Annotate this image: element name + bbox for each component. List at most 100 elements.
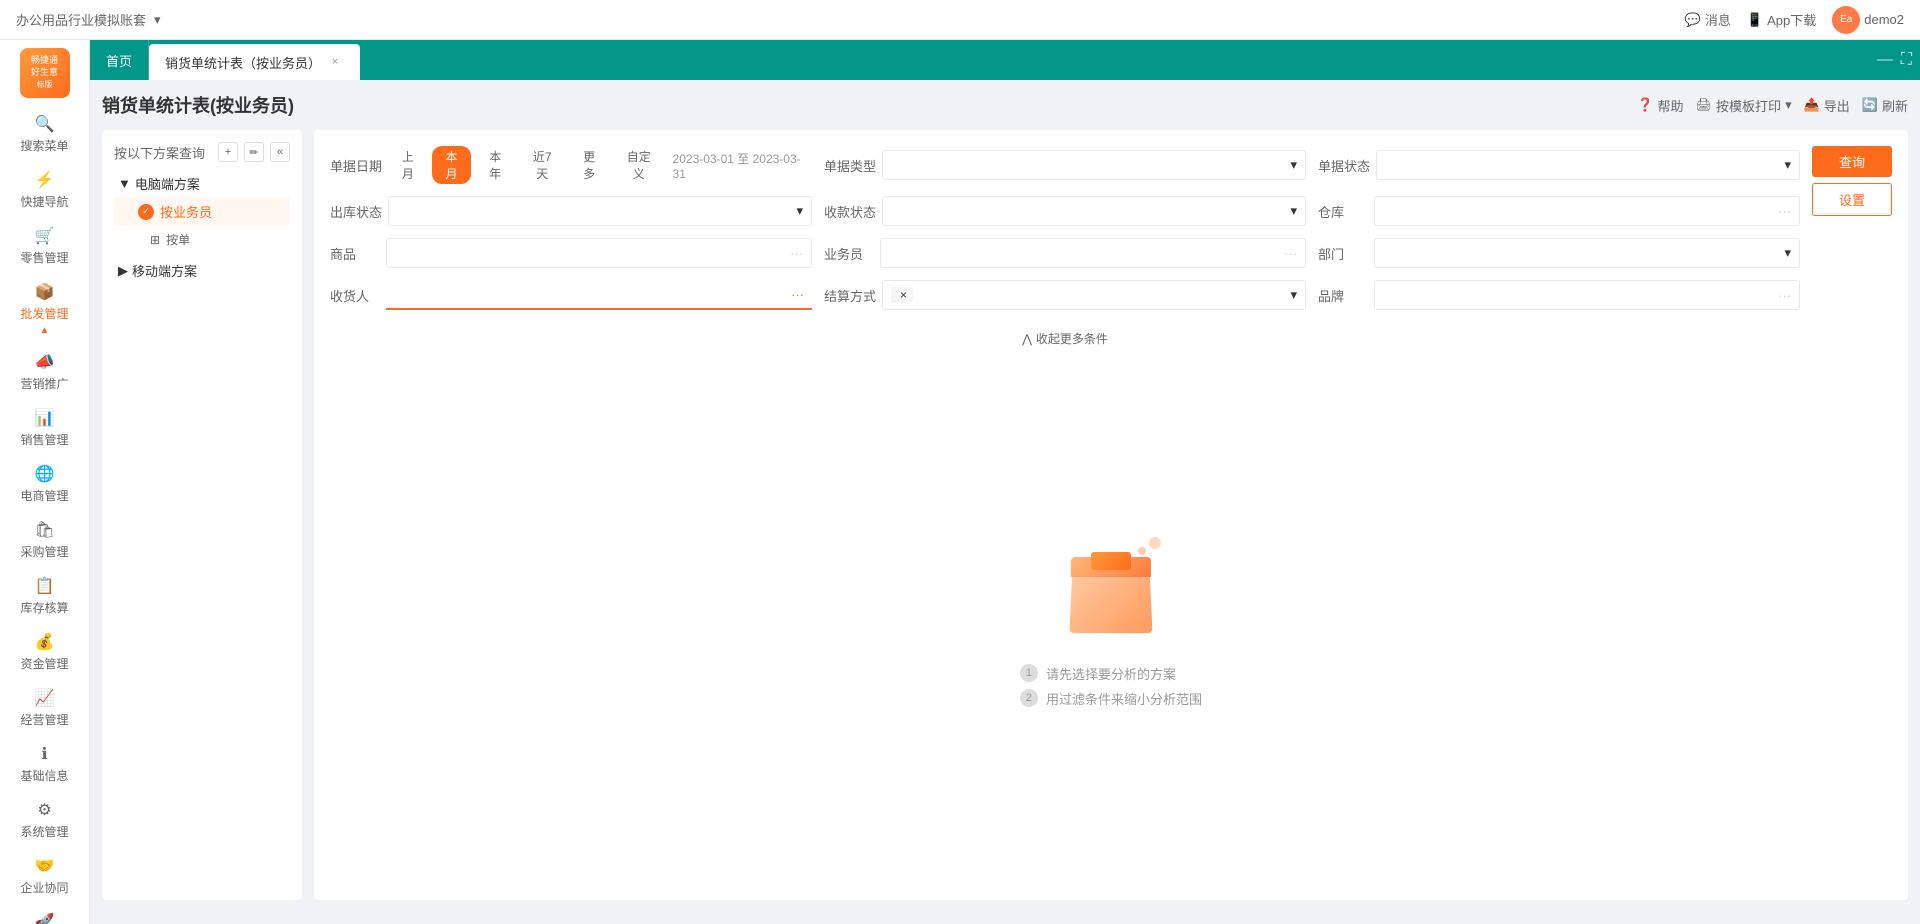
edit-scheme-btn[interactable]: ✏ — [244, 142, 264, 162]
tab-sales-stat[interactable]: 销货单统计表（按业务员） × — [149, 44, 360, 80]
download-btn[interactable]: 📱 App下载 — [1747, 10, 1816, 29]
brand-input[interactable]: ··· — [1374, 280, 1800, 310]
message-btn[interactable]: 💬 消息 — [1685, 10, 1731, 29]
wholesale-icon: 📦 — [35, 282, 55, 302]
sidebar-item-ecommerce[interactable]: 🌐 电商管理 — [0, 456, 89, 512]
export-btn[interactable]: 📤 导出 — [1804, 96, 1850, 115]
sidebar-item-wholesale[interactable]: 📦 批发管理 ▲ — [0, 274, 89, 344]
filter-row-4: 收货人 ··· 结算方式 — [330, 280, 1800, 310]
filter-receipt-status-cell: 收款状态 ▾ — [824, 196, 1306, 226]
tab-close-icon[interactable]: × — [327, 54, 343, 70]
filter-doc-status-cell: 单据状态 ▾ — [1318, 150, 1800, 180]
basic-icon: ℹ — [41, 744, 47, 764]
marketing-icon: 📣 — [35, 352, 55, 372]
out-status-select[interactable]: ▾ — [388, 196, 812, 226]
date-btn-7days[interactable]: 近7天 — [519, 146, 565, 184]
sidebar-item-basic[interactable]: ℹ 基础信息 — [0, 736, 89, 792]
date-btn-custom[interactable]: 自定义 — [613, 146, 665, 184]
sidebar-label-finance: 资金管理 — [20, 655, 68, 672]
sidebar-item-quicknav[interactable]: ⚡ 快捷导航 — [0, 162, 89, 218]
sidebar-item-purchase[interactable]: 🛍 采购管理 — [0, 512, 89, 568]
add-scheme-btn[interactable]: + — [218, 142, 238, 162]
scheme-group-pc-header[interactable]: ▼ 电脑端方案 — [114, 170, 290, 197]
doc-type-select[interactable]: ▾ — [882, 150, 1306, 180]
help-btn[interactable]: ❓ 帮助 — [1637, 96, 1683, 115]
search-icon: 🔍 — [35, 114, 55, 134]
receipt-status-arrow: ▾ — [1290, 203, 1297, 219]
filter-date-cell: 单据日期 上月 本月 本年 近7天 更多 自定义 2023-03-01 至 20… — [330, 146, 812, 184]
sidebar-item-sales[interactable]: 📊 销售管理 — [0, 400, 89, 456]
filter-row-2: 出库状态 ▾ 收款状态 — [330, 196, 1800, 226]
date-btn-this-month[interactable]: 本月 — [432, 146, 472, 184]
department-select[interactable]: ▾ — [1374, 238, 1800, 268]
btn-col: 查询 设置 — [1812, 146, 1892, 355]
sidebar-item-system[interactable]: ⚙ 系统管理 — [0, 792, 89, 848]
receipt-status-select[interactable]: ▾ — [882, 196, 1306, 226]
settlement-tag-close[interactable]: × — [900, 288, 907, 302]
scheme-sub-by-order[interactable]: ⊞ 按单 — [114, 226, 290, 253]
sidebar-label-operations: 经营管理 — [20, 711, 68, 728]
doc-type-label: 单据类型 — [824, 156, 876, 175]
main-panel: 按以下方案查询 + ✏ « ▼ 电脑端方案 — [102, 130, 1908, 900]
sidebar-item-operations[interactable]: 📈 经营管理 — [0, 680, 89, 736]
tabs-bar: 首页 销货单统计表（按业务员） × — ⛶ — [90, 40, 1920, 80]
print-btn[interactable]: 🖨 按模板打印 ▾ — [1696, 96, 1792, 115]
sidebar-label-purchase: 采购管理 — [20, 543, 68, 560]
left-panel-header: 按以下方案查询 + ✏ « — [114, 142, 290, 162]
collapse-panel-btn[interactable]: « — [270, 142, 290, 162]
help-icon: ❓ — [1637, 97, 1653, 113]
hint-1-text: 请先选择要分析的方案 — [1046, 664, 1176, 683]
settings-btn[interactable]: 设置 — [1812, 183, 1892, 216]
date-btns-group: 上月 本月 本年 近7天 更多 自定义 2023-03-01 至 2023-03… — [388, 146, 812, 184]
sidebar-item-search[interactable]: 🔍 搜索菜单 — [0, 106, 89, 162]
hint-2-num: 2 — [1020, 689, 1038, 707]
empty-state: 1 请先选择要分析的方案 2 用过滤条件来缩小分析范围 — [330, 355, 1892, 884]
retail-icon: 🛒 — [35, 226, 55, 246]
sidebar-item-retail[interactable]: 🛒 零售管理 — [0, 218, 89, 274]
doc-status-select[interactable]: ▾ — [1376, 150, 1800, 180]
date-btn-last-month[interactable]: 上月 — [388, 146, 428, 184]
date-btn-this-year[interactable]: 本年 — [475, 146, 515, 184]
page-content: 销货单统计表(按业务员) ❓ 帮助 🖨 按模板打印 ▾ 📤 导出 — [90, 80, 1920, 924]
warehouse-input[interactable]: ··· — [1374, 196, 1800, 226]
dropdown-icon[interactable]: ▾ — [154, 12, 161, 28]
scheme-group-mobile-header[interactable]: ▶ 移动端方案 — [114, 257, 290, 284]
tab-home[interactable]: 首页 — [90, 40, 149, 80]
consignee-dots: ··· — [791, 287, 804, 302]
sidebar-item-marketing[interactable]: 📣 营销推广 — [0, 344, 89, 400]
print-icon: 🖨 — [1696, 97, 1713, 113]
tab-maximize-btn[interactable]: ⛶ — [1901, 51, 1912, 69]
scheme-item-by-salesperson[interactable]: ✓ 按业务员 — [114, 197, 290, 226]
collapse-btn[interactable]: ⋀ 收起更多条件 — [330, 322, 1800, 355]
hint-2-text: 用过滤条件来缩小分析范围 — [1046, 689, 1202, 708]
filter-doc-type-cell: 单据类型 ▾ — [824, 150, 1306, 180]
sidebar-item-inventory[interactable]: 📋 库存核算 — [0, 568, 89, 624]
goods-input[interactable]: ··· — [386, 238, 812, 268]
brand-label: 品牌 — [1318, 286, 1368, 305]
filter-brand-cell: 品牌 ··· — [1318, 280, 1800, 310]
sidebar: 畅捷通好生意标版 🔍 搜索菜单 ⚡ 快捷导航 🛒 零售管理 📦 批发管理 ▲ 📣… — [0, 40, 90, 924]
left-panel-title: 按以下方案查询 — [114, 143, 205, 162]
goods-label: 商品 — [330, 244, 380, 263]
out-status-arrow: ▾ — [796, 203, 803, 219]
refresh-btn[interactable]: 🔄 刷新 — [1862, 96, 1908, 115]
sidebar-label-basic: 基础信息 — [20, 767, 68, 784]
query-btn[interactable]: 查询 — [1812, 146, 1892, 177]
filter-grid-wrapper: 单据日期 上月 本月 本年 近7天 更多 自定义 2023-03-01 至 20… — [330, 146, 1800, 355]
ecommerce-icon: 🌐 — [35, 464, 55, 484]
sidebar-label-collab: 企业协同 — [20, 879, 68, 896]
sidebar-item-finance[interactable]: 💰 资金管理 — [0, 624, 89, 680]
scheme-group-label: 电脑端方案 — [135, 174, 200, 193]
sidebar-item-collab[interactable]: 🤝 企业协同 — [0, 848, 89, 904]
consignee-input[interactable]: ··· — [386, 280, 812, 310]
out-status-label: 出库状态 — [330, 202, 382, 221]
sidebar-item-guide[interactable]: 🚀 新手引导 — [0, 904, 89, 924]
print-dropdown-icon[interactable]: ▾ — [1785, 97, 1792, 113]
salesperson-input[interactable]: ··· — [880, 238, 1306, 268]
settlement-input[interactable]: × ▾ — [882, 280, 1306, 310]
user-menu[interactable]: Ea demo2 — [1832, 6, 1904, 34]
filter-consignee-cell: 收货人 ··· — [330, 280, 812, 310]
date-btn-more[interactable]: 更多 — [569, 146, 609, 184]
sidebar-logo: 畅捷通好生意标版 — [17, 48, 73, 98]
tab-minimize-btn[interactable]: — — [1877, 51, 1893, 69]
